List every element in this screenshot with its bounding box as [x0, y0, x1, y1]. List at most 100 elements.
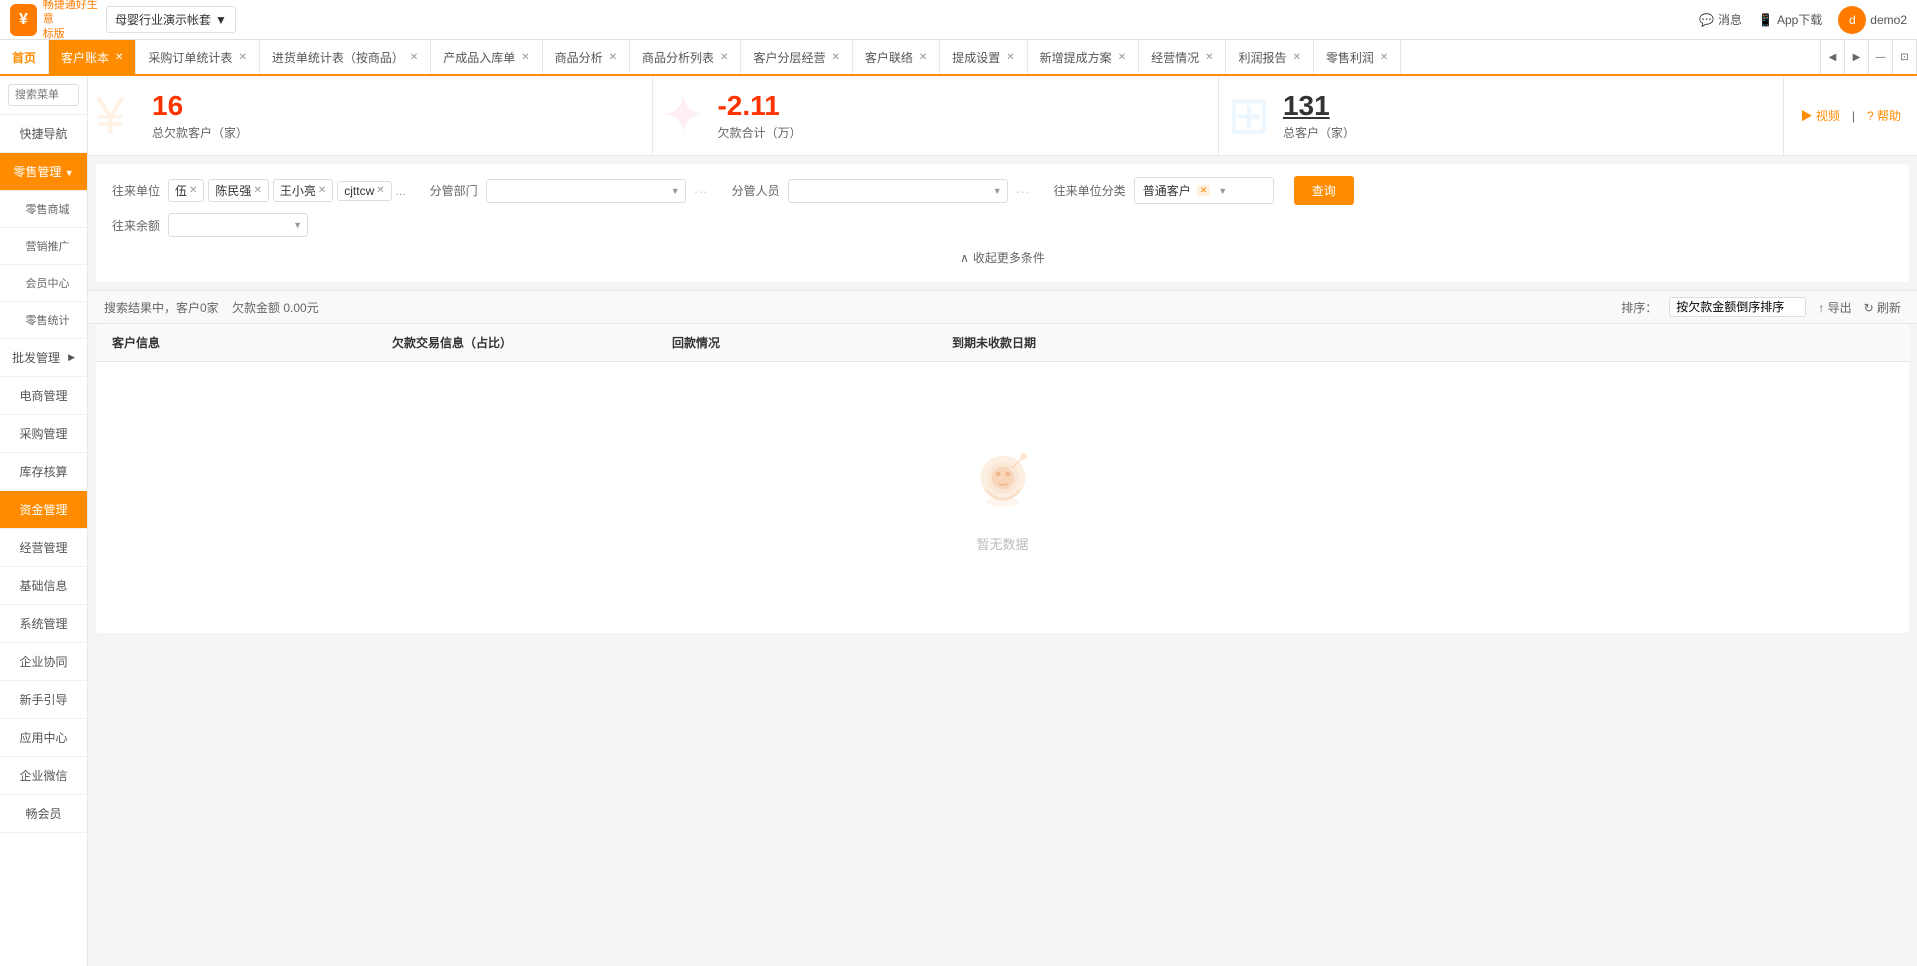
nav-arrow-left[interactable]: ◀ — [1821, 40, 1845, 75]
app-download-button[interactable]: 📱 App下载 — [1758, 11, 1822, 28]
sidebar-item-inventory[interactable]: 库存核算 — [0, 453, 87, 491]
sidebar-search-wrap — [0, 76, 87, 115]
close-tab-icon[interactable]: ✕ — [115, 52, 123, 63]
topbar: ¥ 畅捷通好生意 标版 母婴行业演示帐套 ▼ 💬 消息 📱 App下载 d de… — [0, 0, 1917, 40]
close-tab-icon[interactable]: ✕ — [1380, 52, 1388, 63]
nav-minimize[interactable]: — — [1869, 40, 1893, 75]
collapse-button[interactable]: ∧ 收起更多条件 — [112, 245, 1893, 270]
remove-tag-cjttcw[interactable]: ✕ — [376, 185, 384, 196]
tab-operations[interactable]: 经营情况 ✕ — [1139, 40, 1226, 74]
close-tab-icon[interactable]: ✕ — [1205, 52, 1213, 63]
chevron-icon: ▼ — [65, 168, 74, 178]
logo-text: 畅捷通好生意 标版 — [43, 0, 98, 41]
sidebar-item-member-center[interactable]: 会员中心 — [0, 265, 87, 302]
message-button[interactable]: 💬 消息 — [1699, 11, 1742, 28]
sidebar-item-ecommerce[interactable]: 电商管理 — [0, 377, 87, 415]
filter-balance-wrap — [168, 213, 308, 237]
filter-dept-input[interactable] — [486, 179, 686, 203]
query-button[interactable]: 查询 — [1294, 176, 1354, 205]
tab-customer-tier[interactable]: 客户分层经营 ✕ — [741, 40, 852, 74]
remove-tag-wang[interactable]: ✕ — [318, 185, 326, 196]
help-link[interactable]: ? 帮助 — [1867, 107, 1901, 124]
filter-category-wrap: 普通客户 ✕ ▼ — [1134, 177, 1274, 204]
export-icon: ↑ — [1818, 301, 1824, 315]
stat-info-2: -2.11 欠款合计（万） — [717, 90, 1193, 141]
close-tab-icon[interactable]: ✕ — [238, 52, 246, 63]
remove-tag-chen[interactable]: ✕ — [253, 185, 261, 196]
nav-arrow-right[interactable]: ▶ — [1845, 40, 1869, 75]
search-input[interactable] — [8, 84, 79, 106]
result-bar: 搜索结果中，客户0家 欠款金额 0.00元 排序： 按欠款金额倒序排序按欠款金额… — [88, 290, 1917, 324]
tab-product-analysis-list[interactable]: 商品分析列表 ✕ — [630, 40, 741, 74]
tab-commission-settings[interactable]: 提成设置 ✕ — [940, 40, 1027, 74]
message-icon: 💬 — [1699, 13, 1714, 27]
sidebar-item-onboarding[interactable]: 新手引导 — [0, 681, 87, 719]
remove-tag-wu[interactable]: ✕ — [189, 185, 197, 196]
tab-product-analysis[interactable]: 商品分析 ✕ — [543, 40, 630, 74]
sort-select[interactable]: 按欠款金额倒序排序按欠款金额正序排序按客户名称排序 — [1669, 297, 1806, 317]
stat-label-customers: 总欠款客户（家） — [152, 124, 628, 141]
sidebar-item-vip[interactable]: 畅会员 — [0, 795, 87, 833]
video-link[interactable]: ▶ 视频 — [1800, 107, 1839, 124]
filter-category-select[interactable]: 普通客户 ✕ ▼ — [1134, 177, 1274, 204]
stats-bar: ¥ 16 总欠款客户（家） ✦ -2.11 欠款合计（万） ⊞ 131 总 — [88, 76, 1917, 156]
close-tab-icon[interactable]: ✕ — [521, 52, 529, 63]
company-selector[interactable]: 母婴行业演示帐套 ▼ — [106, 6, 236, 33]
sidebar-item-system[interactable]: 系统管理 — [0, 605, 87, 643]
nav-maximize[interactable]: ⊡ — [1893, 40, 1917, 75]
filter-person-wrap — [788, 179, 1008, 203]
filter-label-category: 往来单位分类 — [1054, 182, 1126, 199]
sidebar-item-enterprise[interactable]: 企业协同 — [0, 643, 87, 681]
tab-production-inbound[interactable]: 产成品入库单 ✕ — [431, 40, 542, 74]
sidebar-item-operations[interactable]: 经营管理 — [0, 529, 87, 567]
filter-more-tags[interactable]: ... — [396, 184, 406, 198]
close-tab-icon[interactable]: ✕ — [1293, 52, 1301, 63]
sidebar-item-wechat[interactable]: 企业微信 — [0, 757, 87, 795]
dept-more-icon[interactable]: ··· — [694, 183, 708, 199]
sidebar-item-retail-mall[interactable]: 零售商城 — [0, 191, 87, 228]
col-debt-info: 欠款交易信息（占比） — [392, 334, 672, 351]
tab-customer-contact[interactable]: 客户联络 ✕ — [853, 40, 940, 74]
tab-profit-report[interactable]: 利润报告 ✕ — [1226, 40, 1313, 74]
sidebar: 快捷导航 零售管理 ▼ 零售商城 营销推广 会员中心 零售统计 批发管理 ▶ 电… — [0, 76, 88, 966]
sidebar-item-retail-stats[interactable]: 零售统计 — [0, 302, 87, 339]
sidebar-item-marketing[interactable]: 营销推广 — [0, 228, 87, 265]
filter-row-1: 往来单位 伍 ✕ 陈民强 ✕ 王小亮 ✕ cjttcw — [112, 176, 1893, 205]
export-button[interactable]: ↑ 导出 — [1818, 299, 1851, 316]
sidebar-item-basic-info[interactable]: 基础信息 — [0, 567, 87, 605]
app-icon: 📱 — [1758, 13, 1773, 27]
close-tab-icon[interactable]: ✕ — [919, 52, 927, 63]
person-more-icon[interactable]: ··· — [1016, 183, 1030, 199]
filter-tags-unit: 伍 ✕ 陈民强 ✕ 王小亮 ✕ cjttcw ✕ ... — [168, 179, 406, 202]
sidebar-item-wholesale[interactable]: 批发管理 ▶ — [0, 339, 87, 377]
close-tab-icon[interactable]: ✕ — [1118, 52, 1126, 63]
close-tab-icon[interactable]: ✕ — [1006, 52, 1014, 63]
empty-state: 暂无数据 — [96, 362, 1909, 633]
sidebar-item-quick-nav[interactable]: 快捷导航 — [0, 115, 87, 153]
topbar-right: 💬 消息 📱 App下载 d demo2 — [1699, 6, 1907, 34]
nav-tabs: 首页 客户账本 ✕ 采购订单统计表 ✕ 进货单统计表（按商品） ✕ 产成品入库单… — [0, 40, 1917, 76]
sort-dropdown: 按欠款金额倒序排序按欠款金额正序排序按客户名称排序 — [1669, 297, 1806, 317]
sort-select-wrap: 按欠款金额倒序排序按欠款金额正序排序按客户名称排序 — [1669, 297, 1806, 317]
close-tab-icon[interactable]: ✕ — [410, 52, 418, 63]
close-tab-icon[interactable]: ✕ — [609, 52, 617, 63]
filter-balance-select[interactable] — [168, 213, 308, 237]
sidebar-item-app-center[interactable]: 应用中心 — [0, 719, 87, 757]
stat-label-debt: 欠款合计（万） — [717, 124, 1193, 141]
tab-purchase-order-stats[interactable]: 采购订单统计表 ✕ — [136, 40, 259, 74]
sidebar-item-retail[interactable]: 零售管理 ▼ — [0, 153, 87, 191]
sidebar-item-finance[interactable]: 资金管理 — [0, 491, 87, 529]
stat-info-3: 131 总客户（家） — [1283, 90, 1759, 141]
tab-retail-profit[interactable]: 零售利润 ✕ — [1314, 40, 1401, 74]
tab-home[interactable]: 首页 — [0, 40, 49, 74]
tab-purchase-stats-product[interactable]: 进货单统计表（按商品） ✕ — [260, 40, 431, 74]
user-profile[interactable]: d demo2 — [1838, 6, 1907, 34]
help-icon: ? — [1867, 109, 1874, 123]
close-tab-icon[interactable]: ✕ — [831, 52, 839, 63]
refresh-button[interactable]: ↻ 刷新 — [1864, 299, 1901, 316]
tab-customer-ledger[interactable]: 客户账本 ✕ — [49, 40, 136, 74]
close-tab-icon[interactable]: ✕ — [720, 52, 728, 63]
sidebar-item-purchase[interactable]: 采购管理 — [0, 415, 87, 453]
filter-person-input[interactable] — [788, 179, 1008, 203]
tab-new-commission[interactable]: 新增提成方案 ✕ — [1028, 40, 1139, 74]
